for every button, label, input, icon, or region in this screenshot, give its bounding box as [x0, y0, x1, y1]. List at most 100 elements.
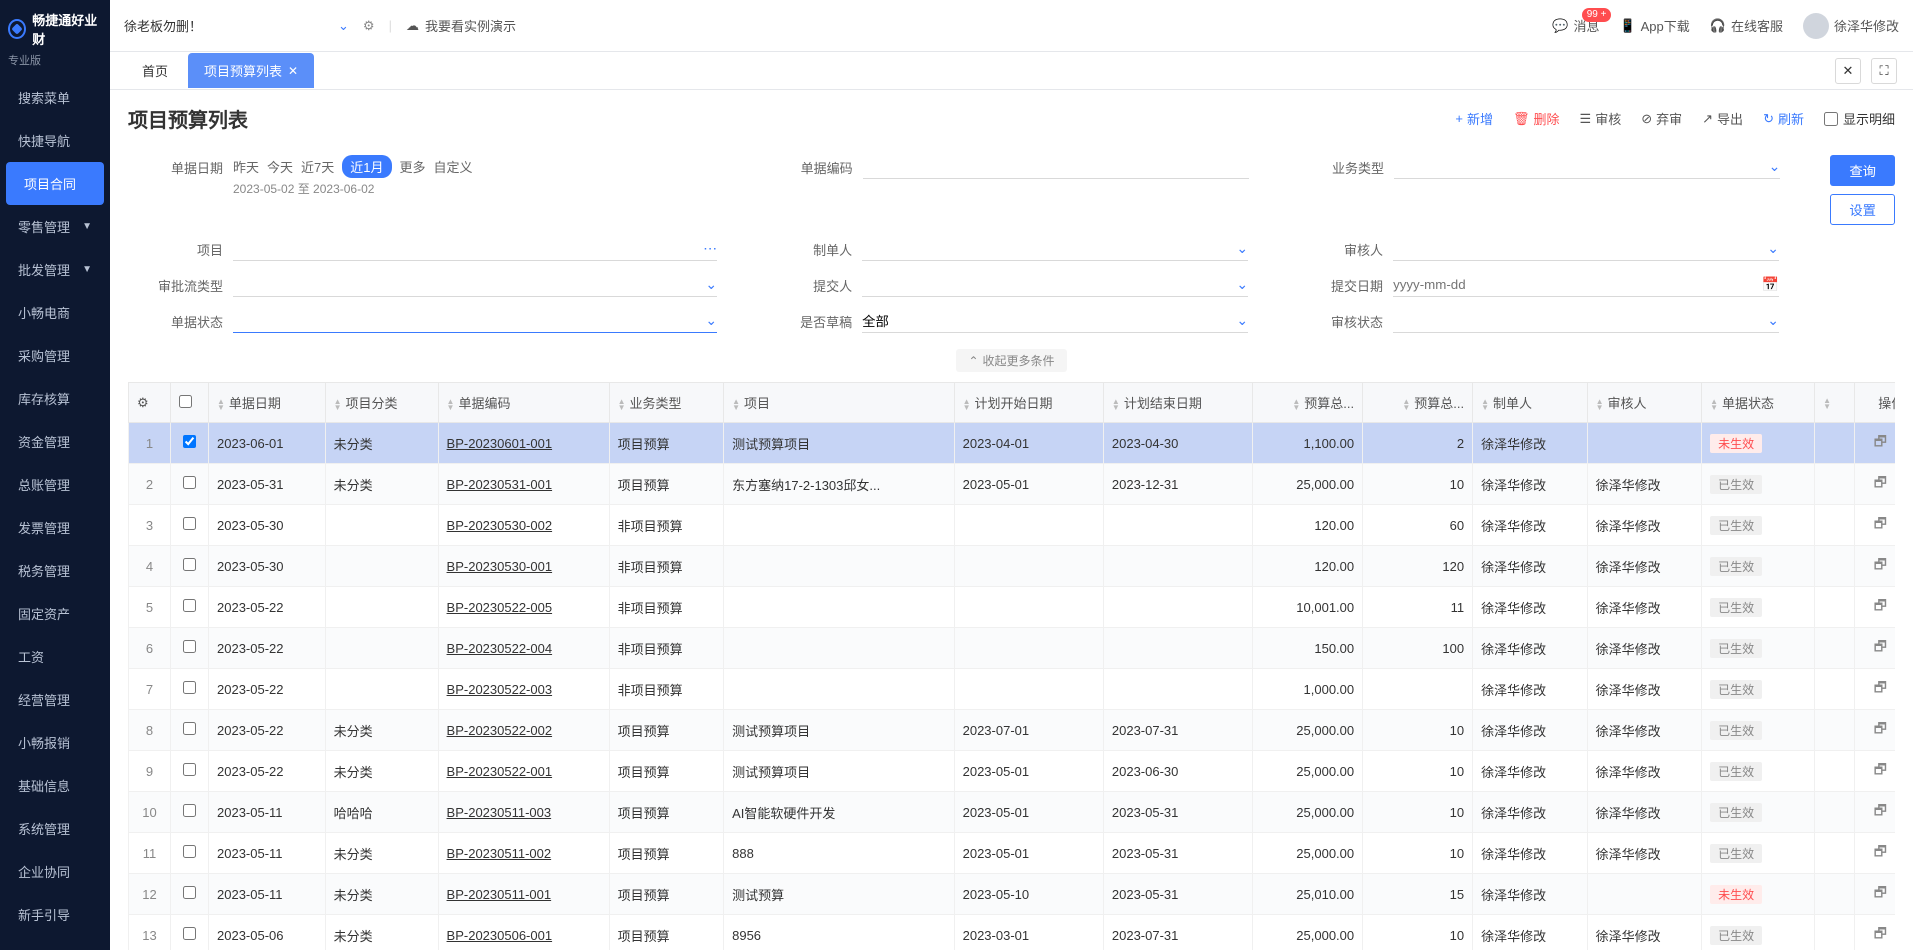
table-row[interactable]: 42023-05-30BP-20230530-001非项目预算120.00120… [129, 546, 1896, 587]
row-checkbox[interactable] [183, 435, 196, 448]
code-link[interactable]: BP-20230522-005 [447, 600, 553, 615]
flowtype-select[interactable]: ⌄ [233, 273, 717, 297]
sidebar-item-5[interactable]: 小畅电商 [0, 291, 110, 334]
code-input[interactable] [863, 155, 1249, 179]
column-config-button[interactable]: ⚙ [129, 383, 171, 423]
column-header[interactable]: ▲▼预算总... [1363, 383, 1473, 423]
sort-icon[interactable]: ▲▼ [963, 399, 971, 411]
table-row[interactable]: 132023-05-06未分类BP-20230506-001项目预算895620… [129, 915, 1896, 950]
view-icon[interactable]: 🗗 [1874, 800, 1887, 824]
sidebar-item-16[interactable]: 基础信息 [0, 764, 110, 807]
fullscreen-button[interactable]: ⛶ [1871, 58, 1897, 84]
sidebar-item-13[interactable]: 工资 [0, 635, 110, 678]
sidebar-item-9[interactable]: 总账管理 [0, 463, 110, 506]
sort-icon[interactable]: ▲▼ [1292, 399, 1300, 411]
code-link[interactable]: BP-20230530-001 [447, 559, 553, 574]
column-header[interactable]: ▲▼项目 [724, 383, 955, 423]
column-header[interactable]: ▲▼预算总... [1253, 383, 1363, 423]
column-header[interactable]: ▲▼计划结束日期 [1103, 383, 1252, 423]
sort-icon[interactable]: ▲▼ [334, 399, 342, 411]
sidebar-item-8[interactable]: 资金管理 [0, 420, 110, 463]
row-checkbox[interactable] [183, 804, 196, 817]
view-icon[interactable]: 🗗 [1874, 636, 1887, 660]
sidebar-item-1[interactable]: 快捷导航 [0, 119, 110, 162]
sidebar-item-14[interactable]: 经营管理 [0, 678, 110, 721]
view-icon[interactable]: 🗗 [1874, 595, 1887, 619]
table-row[interactable]: 92023-05-22未分类BP-20230522-001项目预算测试预算项目2… [129, 751, 1896, 792]
select-all-checkbox[interactable] [179, 395, 192, 408]
table-row[interactable]: 72023-05-22BP-20230522-003非项目预算1,000.00徐… [129, 669, 1896, 710]
code-link[interactable]: BP-20230522-003 [447, 682, 553, 697]
sidebar-item-0[interactable]: 搜索菜单 [0, 76, 110, 119]
code-link[interactable]: BP-20230511-001 [447, 887, 552, 902]
code-link[interactable]: BP-20230511-002 [447, 846, 552, 861]
tab-1[interactable]: 项目预算列表✕ [188, 53, 314, 88]
app-download-button[interactable]: 📱 App下载 [1619, 16, 1689, 35]
sort-icon[interactable]: ▲▼ [618, 399, 626, 411]
message-button[interactable]: 💬 消息 99 + [1552, 16, 1599, 35]
view-icon[interactable]: 🗗 [1874, 882, 1887, 906]
code-link[interactable]: BP-20230531-001 [447, 477, 553, 492]
draft-select[interactable]: ⌄ [862, 309, 1248, 333]
view-icon[interactable]: 🗗 [1874, 841, 1887, 865]
auditor-select[interactable]: ⌄ [1393, 237, 1779, 261]
delete-button[interactable]: 🗑删除 [1513, 109, 1560, 128]
submitter-select[interactable]: ⌄ [862, 273, 1248, 297]
row-checkbox[interactable] [183, 599, 196, 612]
row-checkbox[interactable] [183, 927, 196, 940]
date-chip[interactable]: 近7天 [301, 157, 334, 176]
project-input[interactable]: ⋯ [233, 237, 717, 261]
column-header[interactable]: ▲▼审核人 [1587, 383, 1702, 423]
table-row[interactable]: 102023-05-11哈哈哈BP-20230511-003项目预算AI智能软硬… [129, 792, 1896, 833]
more-icon[interactable]: ⋯ [703, 240, 717, 257]
sort-icon[interactable]: ▲▼ [732, 399, 740, 411]
status-select[interactable]: ⌄ [233, 309, 717, 333]
date-chip[interactable]: 昨天 [233, 157, 259, 176]
sidebar-item-3[interactable]: 零售管理▼ [0, 205, 110, 248]
view-icon[interactable]: 🗗 [1874, 677, 1887, 701]
demo-link[interactable]: ☁ 我要看实例演示 [406, 16, 516, 35]
sidebar-item-12[interactable]: 固定资产 [0, 592, 110, 635]
column-header[interactable]: ▲▼单据日期 [209, 383, 326, 423]
table-row[interactable]: 22023-05-31未分类BP-20230531-001项目预算东方塞纳17-… [129, 464, 1896, 505]
sort-icon[interactable]: ▲▼ [447, 399, 455, 411]
settings-icon[interactable]: ⚙ [363, 18, 375, 34]
sidebar-item-10[interactable]: 发票管理 [0, 506, 110, 549]
collapse-filters-button[interactable]: ⌃收起更多条件 [956, 349, 1066, 372]
date-chip[interactable]: 更多 [400, 157, 426, 176]
row-checkbox[interactable] [183, 640, 196, 653]
row-checkbox[interactable] [183, 886, 196, 899]
audit-button[interactable]: ☰审核 [1580, 109, 1622, 128]
date-chip[interactable]: 今天 [267, 157, 293, 176]
account-switcher[interactable]: 徐老板勿删！ ⌄ [124, 16, 349, 35]
view-icon[interactable]: 🗗 [1874, 554, 1887, 578]
abandon-button[interactable]: ⊘弃审 [1641, 109, 1682, 128]
sort-icon[interactable]: ▲▼ [1596, 399, 1604, 411]
view-icon[interactable]: 🗗 [1874, 718, 1887, 742]
table-row[interactable]: 32023-05-30BP-20230530-002非项目预算120.0060徐… [129, 505, 1896, 546]
sidebar-item-4[interactable]: 批发管理▼ [0, 248, 110, 291]
sidebar-item-17[interactable]: 系统管理 [0, 807, 110, 850]
biztype-select[interactable]: ⌄ [1394, 155, 1780, 179]
row-checkbox[interactable] [183, 845, 196, 858]
service-button[interactable]: 🎧 在线客服 [1710, 16, 1783, 35]
row-checkbox[interactable] [183, 763, 196, 776]
query-button[interactable]: 查询 [1830, 155, 1895, 186]
sidebar-item-2[interactable]: 项目合同 [6, 162, 104, 205]
column-header[interactable]: ▲▼单据状态 [1702, 383, 1815, 423]
column-header[interactable]: ▲▼业务类型 [609, 383, 724, 423]
auditstatus-select[interactable]: ⌄ [1393, 309, 1779, 333]
add-button[interactable]: +新增 [1455, 109, 1493, 128]
tab-0[interactable]: 首页 [126, 53, 184, 88]
user-menu[interactable]: 徐泽华修改 [1803, 13, 1899, 39]
show-detail-toggle[interactable]: 显示明细 [1824, 109, 1895, 128]
code-link[interactable]: BP-20230506-001 [447, 928, 553, 943]
date-chip[interactable]: 近1月 [342, 155, 391, 178]
table-row[interactable]: 112023-05-11未分类BP-20230511-002项目预算888202… [129, 833, 1896, 874]
sidebar-item-15[interactable]: 小畅报销 [0, 721, 110, 764]
sidebar-item-7[interactable]: 库存核算 [0, 377, 110, 420]
sort-icon[interactable]: ▲▼ [1481, 399, 1489, 411]
column-header-extra[interactable]: ▲▼ [1815, 383, 1855, 423]
submitdate-input[interactable]: 📅 [1393, 273, 1779, 297]
row-checkbox[interactable] [183, 722, 196, 735]
